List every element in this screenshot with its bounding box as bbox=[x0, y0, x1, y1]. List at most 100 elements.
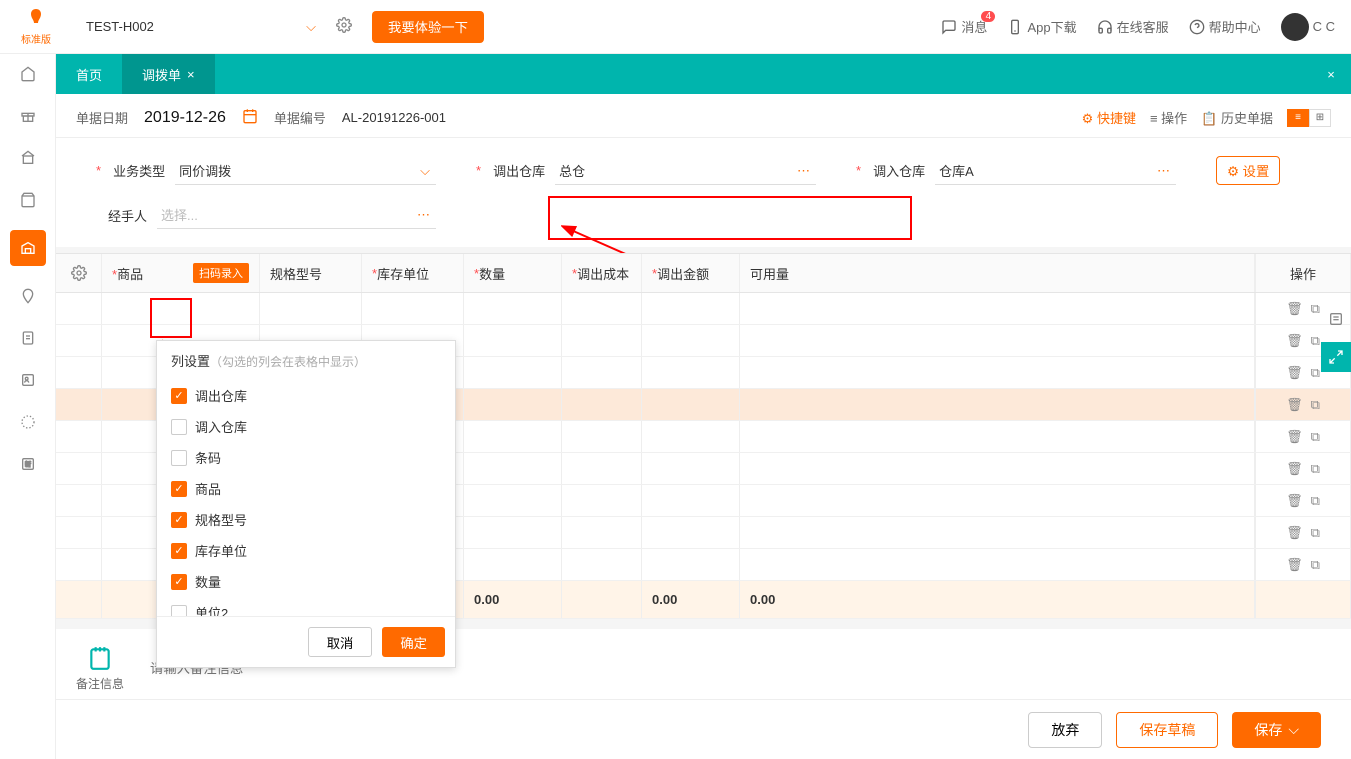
sidebar-warehouse-icon[interactable] bbox=[10, 230, 46, 266]
help-link[interactable]: 帮助中心 bbox=[1189, 17, 1261, 36]
more-icon[interactable]: ⋯ bbox=[797, 163, 810, 179]
doc-date-value[interactable]: 2019-12-26 bbox=[144, 109, 226, 127]
sidebar: 新 bbox=[0, 54, 56, 759]
avatar-icon bbox=[1281, 13, 1309, 41]
delete-row-icon[interactable]: 🗑 bbox=[1286, 525, 1303, 541]
checkbox-icon[interactable]: ✓ bbox=[171, 512, 187, 528]
col-settings-item[interactable]: ✓数量 bbox=[171, 566, 441, 597]
more-icon[interactable]: ⋯ bbox=[1157, 163, 1170, 179]
checkbox-icon[interactable] bbox=[171, 419, 187, 435]
col-product: *商品扫码录入 bbox=[102, 254, 260, 292]
form-settings-button[interactable]: ⚙ 设置 bbox=[1216, 156, 1280, 185]
checkbox-icon[interactable]: ✓ bbox=[171, 574, 187, 590]
checkbox-icon[interactable] bbox=[171, 605, 187, 617]
tab-close-icon[interactable]: × bbox=[187, 67, 195, 82]
column-settings-button[interactable] bbox=[56, 254, 102, 292]
delete-row-icon[interactable]: 🗑 bbox=[1286, 301, 1303, 317]
tab-transfer[interactable]: 调拨单 × bbox=[122, 54, 215, 94]
copy-row-icon[interactable]: ⧉ bbox=[1311, 301, 1320, 317]
col-settings-item[interactable]: ✓规格型号 bbox=[171, 504, 441, 535]
save-draft-button[interactable]: 保存草稿 bbox=[1116, 712, 1218, 748]
sidebar-house-icon[interactable] bbox=[16, 146, 40, 170]
col-amount: *调出金额 bbox=[642, 254, 740, 292]
copy-row-icon[interactable]: ⧉ bbox=[1311, 333, 1320, 349]
col-unit: *库存单位 bbox=[362, 254, 464, 292]
remark-icon: 备注信息 bbox=[76, 645, 124, 692]
discard-button[interactable]: 放弃 bbox=[1028, 712, 1102, 748]
out-warehouse-field[interactable]: *调出仓库 总仓 ⋯ bbox=[476, 156, 816, 185]
col-settings-item[interactable]: ✓商品 bbox=[171, 473, 441, 504]
copy-row-icon[interactable]: ⧉ bbox=[1311, 557, 1320, 573]
col-ops: 操作 bbox=[1255, 254, 1351, 292]
col-spec: 规格型号 bbox=[260, 254, 362, 292]
sidebar-contacts-icon[interactable] bbox=[16, 368, 40, 392]
view-grid-icon[interactable]: ⊞ bbox=[1309, 109, 1331, 127]
column-settings-popup: 列设置（勾选的列会在表格中显示） ✓调出仓库调入仓库条码✓商品✓规格型号✓库存单… bbox=[156, 340, 456, 668]
delete-row-icon[interactable]: 🗑 bbox=[1286, 429, 1303, 445]
col-settings-item[interactable]: 单位2 bbox=[171, 597, 441, 616]
col-qty: *数量 bbox=[464, 254, 562, 292]
delete-row-icon[interactable]: 🗑 bbox=[1286, 365, 1303, 381]
doc-no-label: 单据编号 bbox=[274, 108, 326, 127]
copy-row-icon[interactable]: ⧉ bbox=[1311, 525, 1320, 541]
table-row[interactable]: 🗑⧉ bbox=[56, 293, 1351, 325]
app-download-link[interactable]: App下载 bbox=[1007, 17, 1076, 36]
sidebar-bag-icon[interactable] bbox=[16, 188, 40, 212]
delete-row-icon[interactable]: 🗑 bbox=[1286, 397, 1303, 413]
messages-link[interactable]: 消息 4 bbox=[941, 17, 987, 36]
delete-row-icon[interactable]: 🗑 bbox=[1286, 493, 1303, 509]
sidebar-gift-icon[interactable] bbox=[16, 104, 40, 128]
chevron-down-icon: ⌵ bbox=[306, 19, 316, 35]
col-settings-item[interactable]: ✓库存单位 bbox=[171, 535, 441, 566]
app-logo: 标准版 bbox=[16, 7, 56, 46]
history-link[interactable]: 📋 历史单据 bbox=[1201, 108, 1273, 127]
chevron-down-icon: ⌵ bbox=[420, 163, 430, 179]
float-note-icon[interactable] bbox=[1321, 304, 1351, 334]
checkbox-icon[interactable] bbox=[171, 450, 187, 466]
copy-row-icon[interactable]: ⧉ bbox=[1311, 365, 1320, 381]
copy-row-icon[interactable]: ⧉ bbox=[1311, 493, 1320, 509]
checkbox-icon[interactable]: ✓ bbox=[171, 388, 187, 404]
online-cs-link[interactable]: 在线客服 bbox=[1097, 17, 1169, 36]
save-button[interactable]: 保存⌵ bbox=[1232, 712, 1321, 748]
sidebar-home-icon[interactable] bbox=[16, 62, 40, 86]
sidebar-new-icon[interactable]: 新 bbox=[16, 452, 40, 476]
col-settings-ok-button[interactable]: 确定 bbox=[382, 627, 445, 657]
in-warehouse-field[interactable]: *调入仓库 仓库A ⋯ bbox=[856, 156, 1176, 185]
calendar-icon[interactable] bbox=[242, 108, 258, 127]
checkbox-icon[interactable]: ✓ bbox=[171, 543, 187, 559]
biz-type-field[interactable]: *业务类型 同价调拨 ⌵ bbox=[96, 156, 436, 185]
float-expand-icon[interactable] bbox=[1321, 342, 1351, 372]
col-settings-cancel-button[interactable]: 取消 bbox=[308, 627, 373, 657]
org-select[interactable]: TEST-H002 ⌵ bbox=[76, 11, 326, 43]
copy-row-icon[interactable]: ⧉ bbox=[1311, 461, 1320, 477]
scan-entry-button[interactable]: 扫码录入 bbox=[193, 263, 249, 283]
handler-field[interactable]: 经手人 选择... ⋯ bbox=[96, 201, 436, 229]
sidebar-loading-icon[interactable] bbox=[16, 410, 40, 434]
delete-row-icon[interactable]: 🗑 bbox=[1286, 557, 1303, 573]
delete-row-icon[interactable]: 🗑 bbox=[1286, 461, 1303, 477]
user-menu[interactable]: C C bbox=[1281, 13, 1335, 41]
sidebar-clipboard-icon[interactable] bbox=[16, 326, 40, 350]
col-cost: *调出成本 bbox=[562, 254, 642, 292]
org-settings-icon[interactable] bbox=[336, 17, 352, 36]
copy-row-icon[interactable]: ⧉ bbox=[1311, 429, 1320, 445]
doc-date-label: 单据日期 bbox=[76, 108, 128, 127]
copy-row-icon[interactable]: ⧉ bbox=[1311, 397, 1320, 413]
shortcut-link[interactable]: ⚙ 快捷键 bbox=[1082, 108, 1136, 127]
col-settings-item[interactable]: 条码 bbox=[171, 442, 441, 473]
more-icon[interactable]: ⋯ bbox=[417, 207, 430, 223]
chevron-down-icon: ⌵ bbox=[1288, 721, 1299, 738]
tab-home[interactable]: 首页 bbox=[56, 54, 122, 94]
operate-link[interactable]: ≡ 操作 bbox=[1150, 108, 1187, 127]
trial-button[interactable]: 我要体验一下 bbox=[372, 11, 484, 43]
col-settings-item[interactable]: 调入仓库 bbox=[171, 411, 441, 442]
col-settings-item[interactable]: ✓调出仓库 bbox=[171, 380, 441, 411]
tabs-close-all-icon[interactable]: × bbox=[1311, 54, 1351, 94]
col-avail: 可用量 bbox=[740, 254, 1255, 292]
checkbox-icon[interactable]: ✓ bbox=[171, 481, 187, 497]
view-list-icon[interactable]: ≡ bbox=[1287, 109, 1309, 127]
doc-no-value: AL-20191226-001 bbox=[342, 110, 446, 125]
sidebar-money-icon[interactable] bbox=[16, 284, 40, 308]
delete-row-icon[interactable]: 🗑 bbox=[1286, 333, 1303, 349]
